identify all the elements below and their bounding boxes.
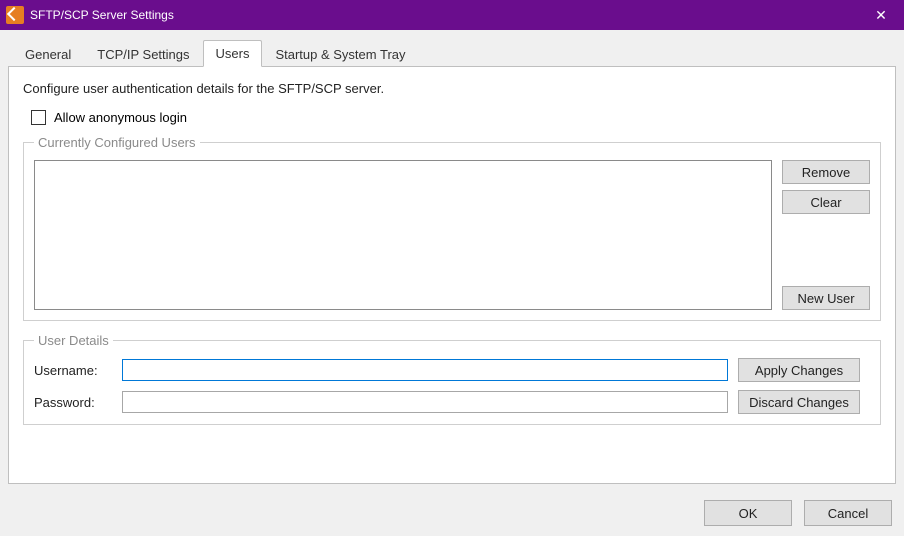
users-buttons-column: Remove Clear New User [782, 160, 870, 310]
cancel-button[interactable]: Cancel [804, 500, 892, 526]
group-configured-users-title: Currently Configured Users [34, 135, 200, 150]
tab-panel-users: Configure user authentication details fo… [8, 66, 896, 484]
allow-anonymous-row[interactable]: Allow anonymous login [31, 110, 881, 125]
username-input[interactable] [122, 359, 728, 381]
panel-description: Configure user authentication details fo… [23, 81, 881, 96]
users-listbox[interactable] [34, 160, 772, 310]
password-input[interactable] [122, 391, 728, 413]
new-user-button[interactable]: New User [782, 286, 870, 310]
tab-users[interactable]: Users [203, 40, 263, 67]
allow-anonymous-checkbox[interactable] [31, 110, 46, 125]
password-label: Password: [34, 395, 112, 410]
app-icon [6, 6, 24, 24]
tab-general[interactable]: General [12, 41, 84, 67]
window-title: SFTP/SCP Server Settings [30, 8, 858, 22]
tab-strip: General TCP/IP Settings Users Startup & … [12, 38, 896, 66]
group-configured-users: Currently Configured Users Remove Clear … [23, 135, 881, 321]
group-user-details-title: User Details [34, 333, 113, 348]
remove-button[interactable]: Remove [782, 160, 870, 184]
titlebar: SFTP/SCP Server Settings ✕ [0, 0, 904, 30]
client-area: General TCP/IP Settings Users Startup & … [0, 30, 904, 536]
ok-button[interactable]: OK [704, 500, 792, 526]
allow-anonymous-label: Allow anonymous login [54, 110, 187, 125]
clear-button[interactable]: Clear [782, 190, 870, 214]
group-user-details: User Details Username: Apply Changes Pas… [23, 333, 881, 425]
close-button[interactable]: ✕ [858, 0, 904, 30]
discard-changes-button[interactable]: Discard Changes [738, 390, 860, 414]
dialog-footer: OK Cancel [704, 500, 892, 526]
tab-startup[interactable]: Startup & System Tray [262, 41, 418, 67]
apply-changes-button[interactable]: Apply Changes [738, 358, 860, 382]
username-label: Username: [34, 363, 112, 378]
tab-tcpip[interactable]: TCP/IP Settings [84, 41, 202, 67]
close-icon: ✕ [875, 7, 887, 24]
